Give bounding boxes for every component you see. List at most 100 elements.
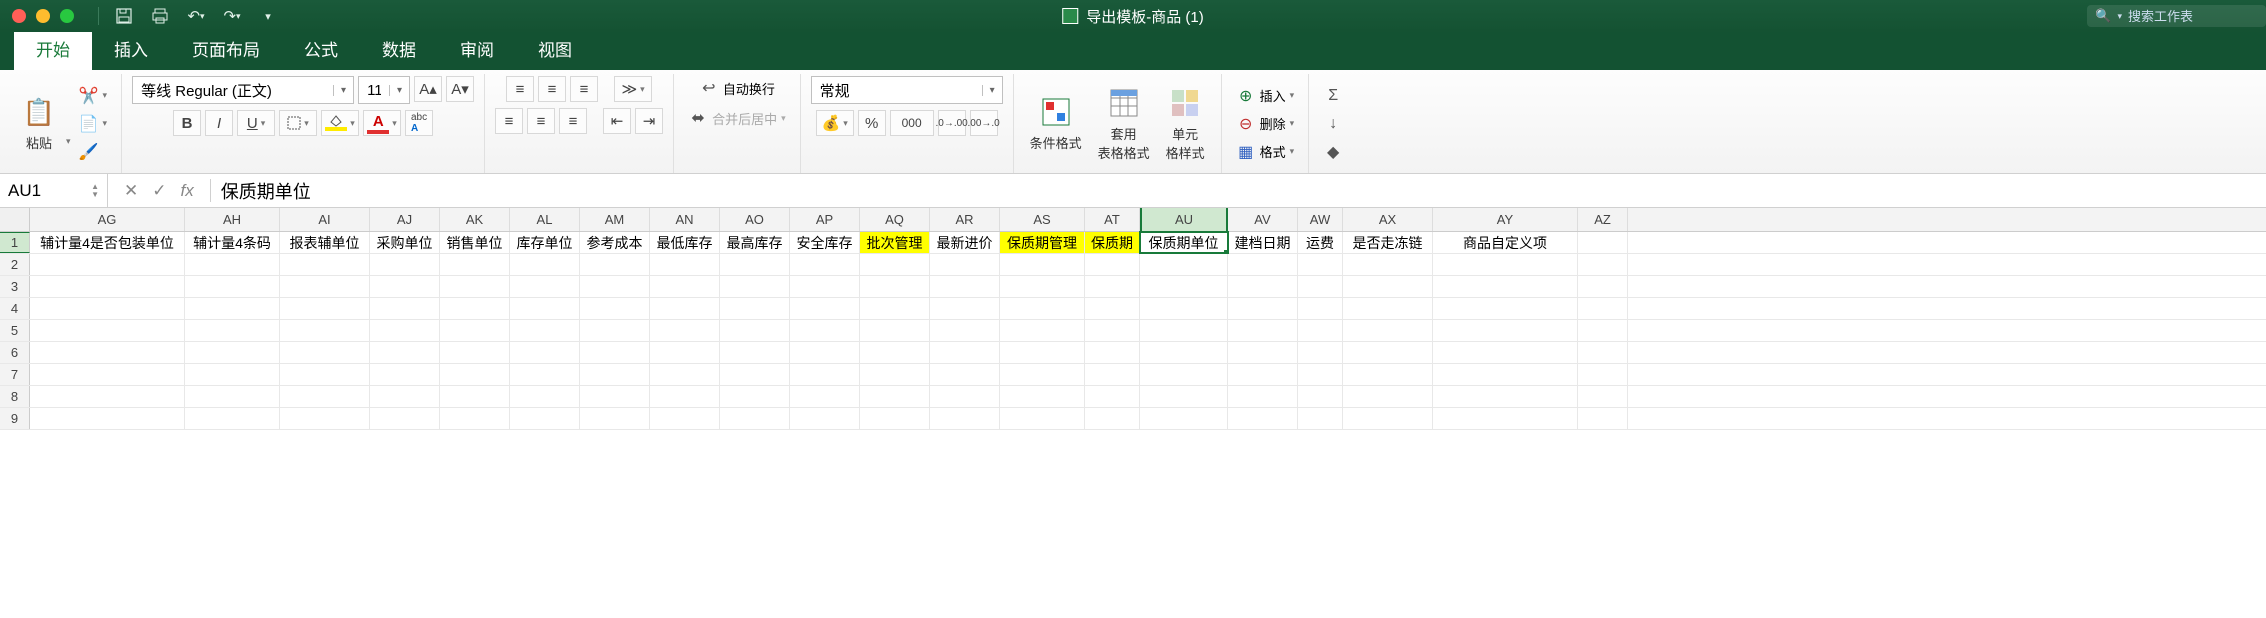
cell-AT3[interactable] — [1085, 276, 1140, 297]
cell-AV4[interactable] — [1228, 298, 1298, 319]
minimize-window-button[interactable] — [36, 9, 50, 23]
comma-button[interactable]: 000 — [890, 110, 934, 136]
col-header-AZ[interactable]: AZ — [1578, 208, 1628, 231]
col-header-AG[interactable]: AG — [30, 208, 185, 231]
cell-AY2[interactable] — [1433, 254, 1578, 275]
cell-AO5[interactable] — [720, 320, 790, 341]
cell-AO6[interactable] — [720, 342, 790, 363]
cell-AK5[interactable] — [440, 320, 510, 341]
col-header-AV[interactable]: AV — [1228, 208, 1298, 231]
cell-AT5[interactable] — [1085, 320, 1140, 341]
align-right-button[interactable]: ≡ — [559, 108, 587, 134]
qat-customize-button[interactable]: ▾ — [257, 5, 279, 27]
row-header-3[interactable]: 3 — [0, 276, 30, 297]
decrease-indent-button[interactable]: ⇤ — [603, 108, 631, 134]
close-window-button[interactable] — [12, 9, 26, 23]
cell-AV9[interactable] — [1228, 408, 1298, 429]
wrap-text-button[interactable]: ↩自动换行 — [695, 76, 779, 100]
cell-AT2[interactable] — [1085, 254, 1140, 275]
cell-AZ3[interactable] — [1578, 276, 1628, 297]
cell-AL8[interactable] — [510, 386, 580, 407]
currency-button[interactable]: 💰 — [816, 110, 854, 136]
cell-AK8[interactable] — [440, 386, 510, 407]
formula-input[interactable]: 保质期单位 — [211, 178, 2266, 204]
fill-button[interactable]: ↓ — [1319, 112, 1347, 136]
row-header-6[interactable]: 6 — [0, 342, 30, 363]
underline-button[interactable]: U — [237, 110, 275, 136]
cell-AQ3[interactable] — [860, 276, 930, 297]
cell-AH9[interactable] — [185, 408, 280, 429]
cell-AJ8[interactable] — [370, 386, 440, 407]
cell-AZ1[interactable] — [1578, 232, 1628, 253]
cell-AS6[interactable] — [1000, 342, 1085, 363]
cell-AT7[interactable] — [1085, 364, 1140, 385]
delete-cells-button[interactable]: ⊖删除▾ — [1232, 112, 1299, 136]
cell-AQ6[interactable] — [860, 342, 930, 363]
cell-AQ8[interactable] — [860, 386, 930, 407]
col-header-AL[interactable]: AL — [510, 208, 580, 231]
cell-AL5[interactable] — [510, 320, 580, 341]
cell-AP6[interactable] — [790, 342, 860, 363]
cell-AJ7[interactable] — [370, 364, 440, 385]
cell-AI1[interactable]: 报表辅单位 — [280, 232, 370, 253]
cell-AQ7[interactable] — [860, 364, 930, 385]
cell-AZ7[interactable] — [1578, 364, 1628, 385]
row-header-7[interactable]: 7 — [0, 364, 30, 385]
cell-AV8[interactable] — [1228, 386, 1298, 407]
cell-AW6[interactable] — [1298, 342, 1343, 363]
col-header-AS[interactable]: AS — [1000, 208, 1085, 231]
cell-AM1[interactable]: 参考成本 — [580, 232, 650, 253]
cell-AJ9[interactable] — [370, 408, 440, 429]
col-header-AK[interactable]: AK — [440, 208, 510, 231]
cell-AL9[interactable] — [510, 408, 580, 429]
cell-AS1[interactable]: 保质期管理 — [1000, 232, 1085, 253]
cell-AP3[interactable] — [790, 276, 860, 297]
cell-AZ2[interactable] — [1578, 254, 1628, 275]
cell-AM4[interactable] — [580, 298, 650, 319]
cell-AP9[interactable] — [790, 408, 860, 429]
row-header-8[interactable]: 8 — [0, 386, 30, 407]
cell-AT4[interactable] — [1085, 298, 1140, 319]
cell-AJ5[interactable] — [370, 320, 440, 341]
cell-AI2[interactable] — [280, 254, 370, 275]
col-header-AW[interactable]: AW — [1298, 208, 1343, 231]
decrease-decimal-button[interactable]: .00→.0 — [970, 110, 998, 136]
cell-AX3[interactable] — [1343, 276, 1433, 297]
cell-AZ4[interactable] — [1578, 298, 1628, 319]
cell-AX6[interactable] — [1343, 342, 1433, 363]
align-left-button[interactable]: ≡ — [495, 108, 523, 134]
align-middle-button[interactable]: ≡ — [538, 76, 566, 102]
col-header-AM[interactable]: AM — [580, 208, 650, 231]
cell-AU9[interactable] — [1140, 408, 1228, 429]
align-center-button[interactable]: ≡ — [527, 108, 555, 134]
cell-AU7[interactable] — [1140, 364, 1228, 385]
cell-AP5[interactable] — [790, 320, 860, 341]
cell-AW1[interactable]: 运费 — [1298, 232, 1343, 253]
row-header-4[interactable]: 4 — [0, 298, 30, 319]
format-painter-button[interactable]: 🖌️ — [75, 140, 112, 164]
cell-AJ1[interactable]: 采购单位 — [370, 232, 440, 253]
col-header-AN[interactable]: AN — [650, 208, 720, 231]
cell-AY9[interactable] — [1433, 408, 1578, 429]
fill-color-button[interactable] — [321, 110, 359, 136]
tab-页面布局[interactable]: 页面布局 — [170, 27, 282, 70]
cell-AI7[interactable] — [280, 364, 370, 385]
cell-AI6[interactable] — [280, 342, 370, 363]
number-format-combo[interactable]: ▾ — [811, 76, 1003, 104]
cell-AK7[interactable] — [440, 364, 510, 385]
undo-button[interactable]: ↶ ▾ — [185, 5, 207, 27]
cell-AN8[interactable] — [650, 386, 720, 407]
cell-AX8[interactable] — [1343, 386, 1433, 407]
table-format-button[interactable]: 套用 表格格式 — [1092, 82, 1156, 166]
cell-AL7[interactable] — [510, 364, 580, 385]
cell-AN7[interactable] — [650, 364, 720, 385]
cell-AK6[interactable] — [440, 342, 510, 363]
autosum-button[interactable]: Σ — [1319, 84, 1347, 108]
font-size-input[interactable] — [359, 82, 389, 99]
cell-AN2[interactable] — [650, 254, 720, 275]
number-format-input[interactable] — [812, 82, 982, 99]
cell-AJ4[interactable] — [370, 298, 440, 319]
cell-AR1[interactable]: 最新进价 — [930, 232, 1000, 253]
cell-AZ5[interactable] — [1578, 320, 1628, 341]
font-color-button[interactable]: A — [363, 110, 401, 136]
